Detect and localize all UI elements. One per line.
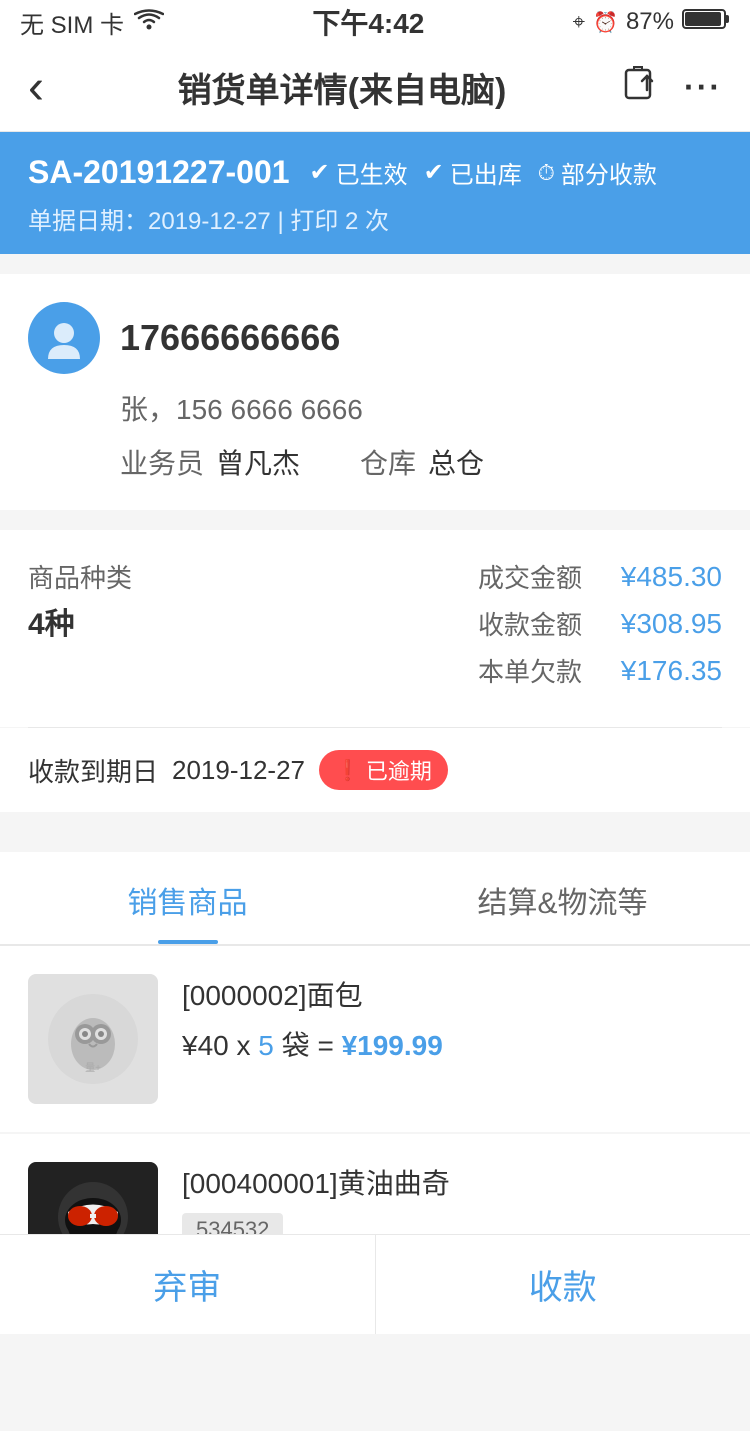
customer-name: 17666666666 [120, 317, 340, 359]
status-left: 无 SIM 卡 [20, 5, 164, 40]
overdue-badge: ❗ 已逾期 [319, 750, 448, 790]
due-date-value: 2019-12-27 [172, 755, 305, 786]
salesperson-name: 曾凡杰 [216, 442, 300, 482]
warehouse-info: 仓库 总仓 [360, 442, 484, 482]
debt-amount: ¥176.35 [602, 655, 722, 687]
page-title: 销货单详情(来自电脑) [64, 63, 620, 112]
summary-card: 商品种类 4种 成交金额 ¥485.30 收款金额 ¥308.95 本单欠款 ¥… [0, 530, 750, 727]
carrier-text: 无 SIM 卡 [20, 5, 124, 40]
check-icon-1: ✔ [310, 158, 330, 187]
order-header: SA-20191227-001 ✔ 已生效 ✔ 已出库 ⏱ 部分收款 单据日期：… [0, 132, 750, 254]
product-info-1: [0000002]面包 ¥40 x 5 袋 = ¥199.99 [182, 974, 722, 1104]
debt-amount-row: 本单欠款 ¥176.35 [478, 652, 722, 689]
customer-card: 17666666666 张，156 6666 6666 业务员 曾凡杰 仓库 总… [0, 274, 750, 510]
due-date-bar: 收款到期日 2019-12-27 ❗ 已逾期 [0, 728, 750, 812]
due-date-label: 收款到期日 [28, 752, 158, 789]
warehouse-name: 总仓 [428, 442, 484, 482]
overdue-icon: ❗ [335, 758, 360, 783]
alarm-icon: ⏰ [593, 10, 618, 35]
salesperson-info: 业务员 曾凡杰 [120, 442, 300, 482]
deal-amount-row: 成交金额 ¥485.30 [478, 558, 722, 595]
product-item: 量+ [0000002]面包 ¥40 x 5 袋 = ¥199.99 [0, 946, 750, 1132]
bottom-actions: 弃审 收款 [0, 1234, 750, 1334]
divider-2 [0, 812, 750, 832]
thumb-placeholder: 量+ [28, 974, 158, 1104]
avatar [28, 302, 100, 374]
divider-1 [0, 510, 750, 530]
clock-icon: ⏱ [538, 160, 555, 186]
more-icon[interactable]: ··· [684, 69, 722, 106]
categories-info: 商品种类 4种 [28, 558, 132, 643]
tabs-bar: 销售商品 结算&物流等 [0, 852, 750, 946]
amounts-info: 成交金额 ¥485.30 收款金额 ¥308.95 本单欠款 ¥176.35 [478, 558, 722, 699]
wifi-icon [134, 8, 164, 37]
customer-top: 17666666666 [28, 302, 722, 374]
categories-count: 4种 [28, 599, 132, 643]
deal-amount: ¥485.30 [602, 561, 722, 593]
nav-actions: ··· [620, 66, 722, 110]
battery-icon [682, 7, 730, 38]
status-effective: ✔ 已生效 [310, 155, 408, 190]
received-amount: ¥308.95 [602, 608, 722, 640]
status-tags: ✔ 已生效 ✔ 已出库 ⏱ 部分收款 [310, 155, 657, 190]
cancel-button[interactable]: 弃审 [0, 1235, 376, 1334]
back-button[interactable]: ‹ [28, 60, 64, 115]
product-thumbnail-1: 量+ [28, 974, 158, 1104]
received-amount-row: 收款金额 ¥308.95 [478, 605, 722, 642]
status-shipped: ✔ 已出库 [424, 155, 522, 190]
tab-products[interactable]: 销售商品 [0, 852, 375, 944]
product-name-2: [000400001]黄油曲奇 [182, 1162, 722, 1202]
product-price-1: ¥40 x 5 袋 = ¥199.99 [182, 1024, 722, 1064]
nav-bar: ‹ 销货单详情(来自电脑) ··· [0, 44, 750, 132]
status-partial-payment: ⏱ 部分收款 [538, 155, 657, 190]
check-icon-2: ✔ [424, 158, 444, 187]
tab-settlement[interactable]: 结算&物流等 [375, 852, 750, 944]
location-icon: ⌖ [573, 9, 585, 35]
status-bar: 无 SIM 卡 下午4:42 ⌖ ⏰ 87% [0, 0, 750, 44]
svg-text:量+: 量+ [85, 1062, 101, 1074]
time-display: 下午4:42 [312, 2, 424, 42]
status-right: ⌖ ⏰ 87% [573, 7, 730, 38]
product-name-1: [0000002]面包 [182, 974, 722, 1014]
order-id: SA-20191227-001 [28, 154, 290, 191]
order-date-info: 单据日期：2019-12-27 | 打印 2 次 [28, 201, 722, 236]
battery-text: 87% [626, 8, 674, 36]
share-icon[interactable] [620, 66, 656, 110]
customer-contact: 张，156 6666 6666 [28, 388, 722, 428]
customer-meta: 业务员 曾凡杰 仓库 总仓 [28, 442, 722, 482]
confirm-button[interactable]: 收款 [376, 1235, 750, 1334]
